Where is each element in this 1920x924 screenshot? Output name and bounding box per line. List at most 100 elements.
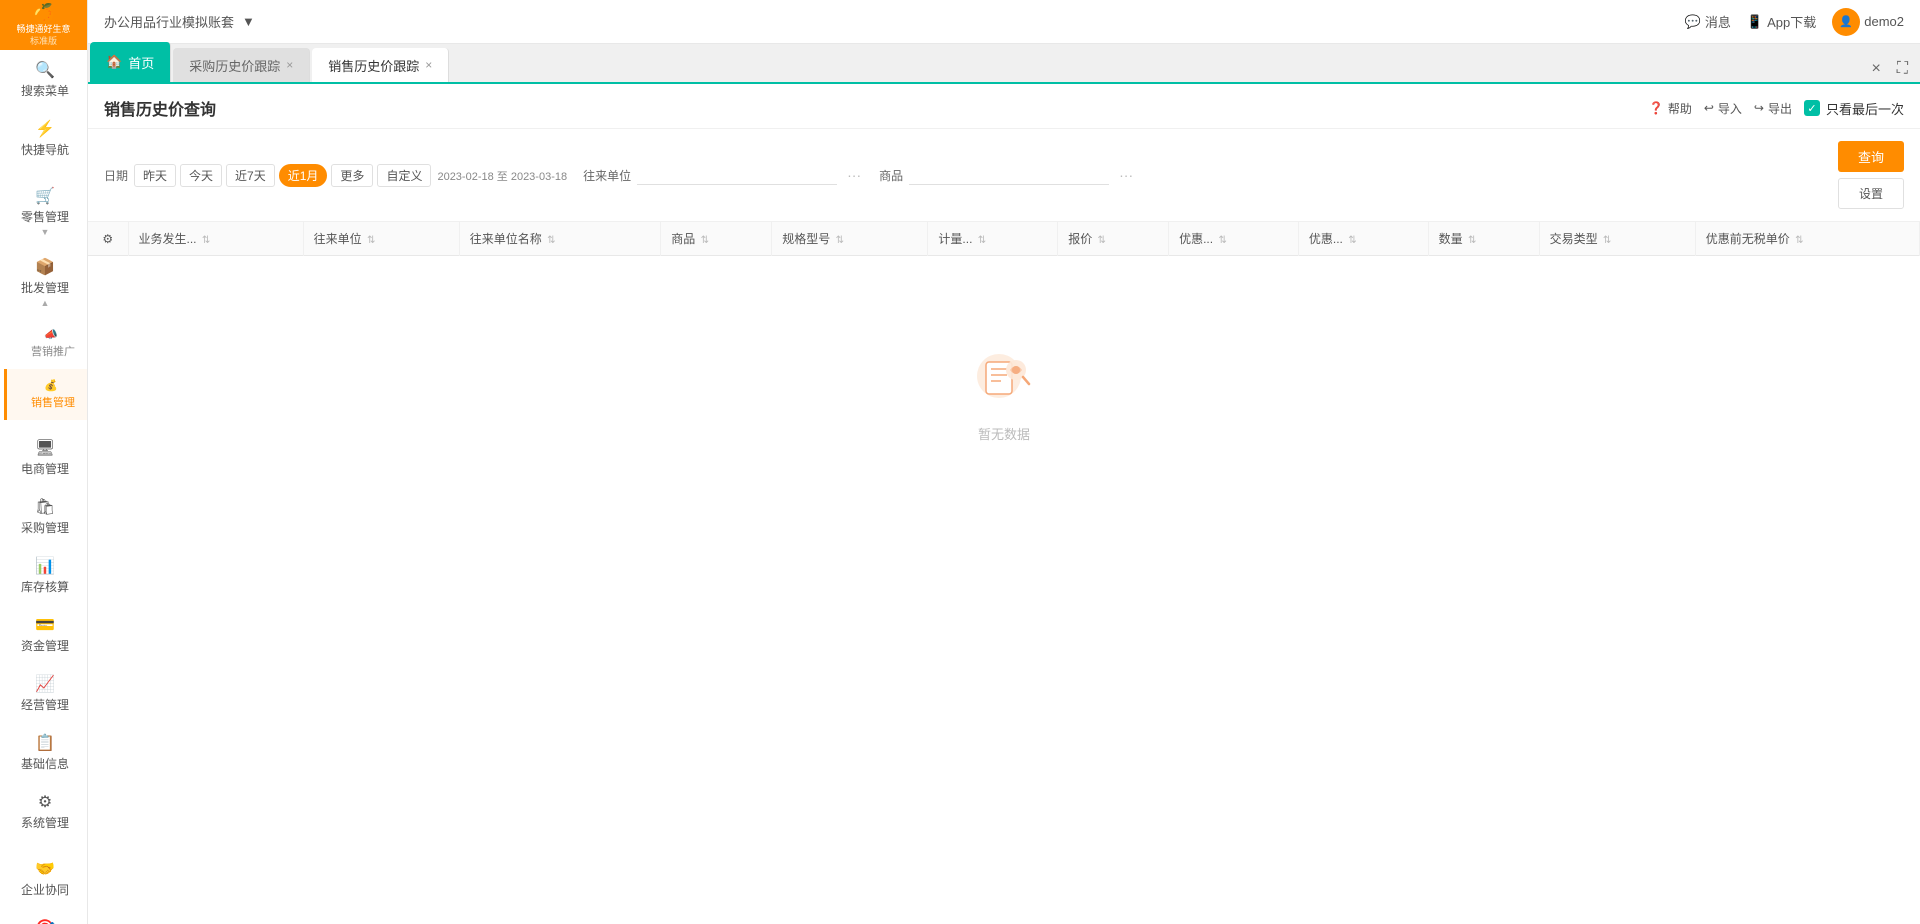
col-pre-discount-price[interactable]: 优惠前无税单价 ⇅: [1695, 222, 1919, 256]
sort-arrows-discount2: ⇅: [1348, 235, 1356, 246]
product-input[interactable]: [909, 166, 1109, 185]
topbar-dropdown-arrow[interactable]: ▼: [242, 14, 255, 29]
col-product-label: 商品: [671, 232, 695, 246]
settings-icon[interactable]: ⚙: [102, 232, 113, 246]
date-btn-today[interactable]: 今天: [180, 164, 222, 187]
date-btn-custom[interactable]: 自定义: [377, 164, 431, 187]
tab-sales-history[interactable]: 销售历史价跟踪 ×: [312, 48, 449, 82]
sidebar-item-marketing[interactable]: 📣 营销推广: [4, 318, 87, 369]
empty-illustration: [964, 336, 1044, 416]
col-discount1[interactable]: 优惠... ⇅: [1169, 222, 1299, 256]
from-unit-input[interactable]: [637, 166, 837, 185]
tab-sales-history-close[interactable]: ×: [425, 58, 432, 72]
sidebar-item-operations-mgmt[interactable]: 📈 经营管理: [0, 664, 87, 723]
tab-purchase-history-close[interactable]: ×: [286, 58, 293, 72]
date-btn-1month[interactable]: 近1月: [279, 164, 328, 187]
help-label: 帮助: [1668, 100, 1692, 117]
tab-home[interactable]: 🏠 首页: [90, 42, 171, 82]
sidebar-item-inventory[interactable]: 📊 库存核算: [0, 546, 87, 605]
sidebar-item-new-guide[interactable]: 🎯 新手引导: [0, 908, 87, 924]
retail-mgmt-arrow: ▼: [41, 227, 50, 237]
settings-btn[interactable]: 设置: [1838, 178, 1904, 209]
col-quote-price[interactable]: 报价 ⇅: [1058, 222, 1169, 256]
col-quantity[interactable]: 数量 ⇅: [1428, 222, 1539, 256]
last-only-checkbox[interactable]: ✓: [1804, 100, 1820, 116]
sidebar-item-label: 零售管理: [21, 208, 69, 225]
username: demo2: [1864, 14, 1904, 29]
help-icon: ❓: [1649, 101, 1664, 115]
search-menu-icon: 🔍: [35, 60, 55, 80]
sidebar-item-search-menu[interactable]: 🔍 搜索菜单: [0, 50, 87, 109]
col-from-unit[interactable]: 往来单位 ⇅: [303, 222, 459, 256]
app-logo: 🍊 畅捷通好生意 标准版: [0, 0, 88, 50]
col-from-unit-label: 往来单位: [314, 232, 362, 246]
tab-purchase-history[interactable]: 采购历史价跟踪 ×: [173, 48, 310, 82]
sidebar-item-quick-nav[interactable]: ⚡ 快捷导航: [0, 109, 87, 168]
sidebar-item-purchase-mgmt[interactable]: 🛍 采购管理: [0, 487, 87, 546]
quick-nav-icon: ⚡: [35, 119, 55, 139]
product-name: 办公用品行业模拟账套: [104, 12, 234, 31]
sidebar-item-label: 搜索菜单: [21, 82, 69, 99]
col-discount2-label: 优惠...: [1309, 232, 1343, 246]
import-label: 导入: [1718, 100, 1742, 117]
export-label: 导出: [1768, 100, 1792, 117]
col-product[interactable]: 商品 ⇅: [661, 222, 772, 256]
sidebar-item-label: 系统管理: [21, 814, 69, 831]
from-unit-filter-group: 往来单位 ···: [583, 166, 863, 185]
date-btn-7days[interactable]: 近7天: [226, 164, 275, 187]
sidebar-item-base-info[interactable]: 📋 基础信息: [0, 723, 87, 782]
sidebar-item-label: 资金管理: [21, 637, 69, 654]
col-unit[interactable]: 计量... ⇅: [928, 222, 1058, 256]
tab-close-all-btn[interactable]: ×: [1867, 56, 1884, 82]
enterprise-coop-icon: 🤝: [35, 859, 55, 879]
import-btn[interactable]: ↩ 导入: [1704, 100, 1742, 117]
query-btn[interactable]: 查询: [1838, 141, 1904, 172]
sidebar-item-finance-mgmt[interactable]: 💳 资金管理: [0, 605, 87, 664]
last-only-label: 只看最后一次: [1826, 99, 1904, 118]
date-range-display: 2023-02-18 至 2023-03-18: [437, 171, 567, 183]
last-only-toggle[interactable]: ✓ 只看最后一次: [1804, 99, 1904, 118]
purchase-mgmt-icon: 🛍: [35, 497, 55, 517]
export-btn[interactable]: ↪ 导出: [1754, 100, 1792, 117]
tabbar-actions: × ⛶: [1867, 56, 1920, 82]
col-trade-type[interactable]: 交易类型 ⇅: [1539, 222, 1695, 256]
message-btn[interactable]: 💬 消息: [1685, 12, 1731, 31]
from-unit-dots[interactable]: ···: [847, 167, 861, 183]
col-unit-label: 计量...: [938, 232, 972, 246]
topbar-right: 💬 消息 📱 App下载 👤 demo2: [1685, 8, 1904, 36]
sidebar-item-retail-mgmt[interactable]: 🛒 零售管理 ▼: [0, 176, 87, 247]
sidebar-item-ecommerce-mgmt[interactable]: 🖥 电商管理: [0, 428, 87, 487]
product-dots[interactable]: ···: [1119, 167, 1133, 183]
user-menu[interactable]: 👤 demo2: [1832, 8, 1904, 36]
sidebar-item-label: 企业协同: [21, 881, 69, 898]
col-spec[interactable]: 规格型号 ⇅: [772, 222, 928, 256]
date-btn-yesterday[interactable]: 昨天: [134, 164, 176, 187]
date-btn-group: 昨天 今天 近7天 近1月 更多 自定义: [134, 164, 431, 187]
export-icon: ↪: [1754, 101, 1764, 115]
new-guide-icon: 🎯: [35, 918, 55, 924]
col-business-date[interactable]: 业务发生... ⇅: [128, 222, 303, 256]
sort-arrows-discount1: ⇅: [1218, 235, 1226, 246]
sidebar-item-label: 采购管理: [21, 519, 69, 536]
sort-arrows-product: ⇅: [701, 235, 709, 246]
sidebar-item-system-mgmt[interactable]: ⚙ 系统管理: [0, 782, 87, 841]
date-btn-more[interactable]: 更多: [331, 164, 373, 187]
operations-mgmt-icon: 📈: [35, 674, 55, 694]
sidebar-item-enterprise-coop[interactable]: 🤝 企业协同: [0, 849, 87, 908]
page-header-actions: ❓ 帮助 ↩ 导入 ↪ 导出 ✓ 只看最后一次: [1649, 99, 1904, 118]
app-download-btn[interactable]: 📱 App下载: [1747, 12, 1816, 31]
sidebar-item-sales-mgmt[interactable]: 💰 销售管理: [4, 369, 87, 420]
main-area: 办公用品行业模拟账套 ▼ 💬 消息 📱 App下载 👤 demo2 🏠 首页: [88, 0, 1920, 924]
finance-mgmt-icon: 💳: [35, 615, 55, 635]
topbar: 办公用品行业模拟账套 ▼ 💬 消息 📱 App下载 👤 demo2: [88, 0, 1920, 44]
logo-icon: 🍊: [32, 3, 54, 24]
help-btn[interactable]: ❓ 帮助: [1649, 100, 1692, 117]
col-discount1-label: 优惠...: [1179, 232, 1213, 246]
col-from-unit-name[interactable]: 往来单位名称 ⇅: [459, 222, 661, 256]
sidebar-item-wholesale-mgmt[interactable]: 📦 批发管理 ▲: [0, 247, 87, 318]
tab-maximize-btn[interactable]: ⛶: [1893, 56, 1912, 82]
col-settings[interactable]: ⚙: [88, 222, 128, 256]
sort-arrows-spec: ⇅: [836, 235, 844, 246]
col-discount2[interactable]: 优惠... ⇅: [1298, 222, 1428, 256]
col-quantity-label: 数量: [1439, 232, 1463, 246]
